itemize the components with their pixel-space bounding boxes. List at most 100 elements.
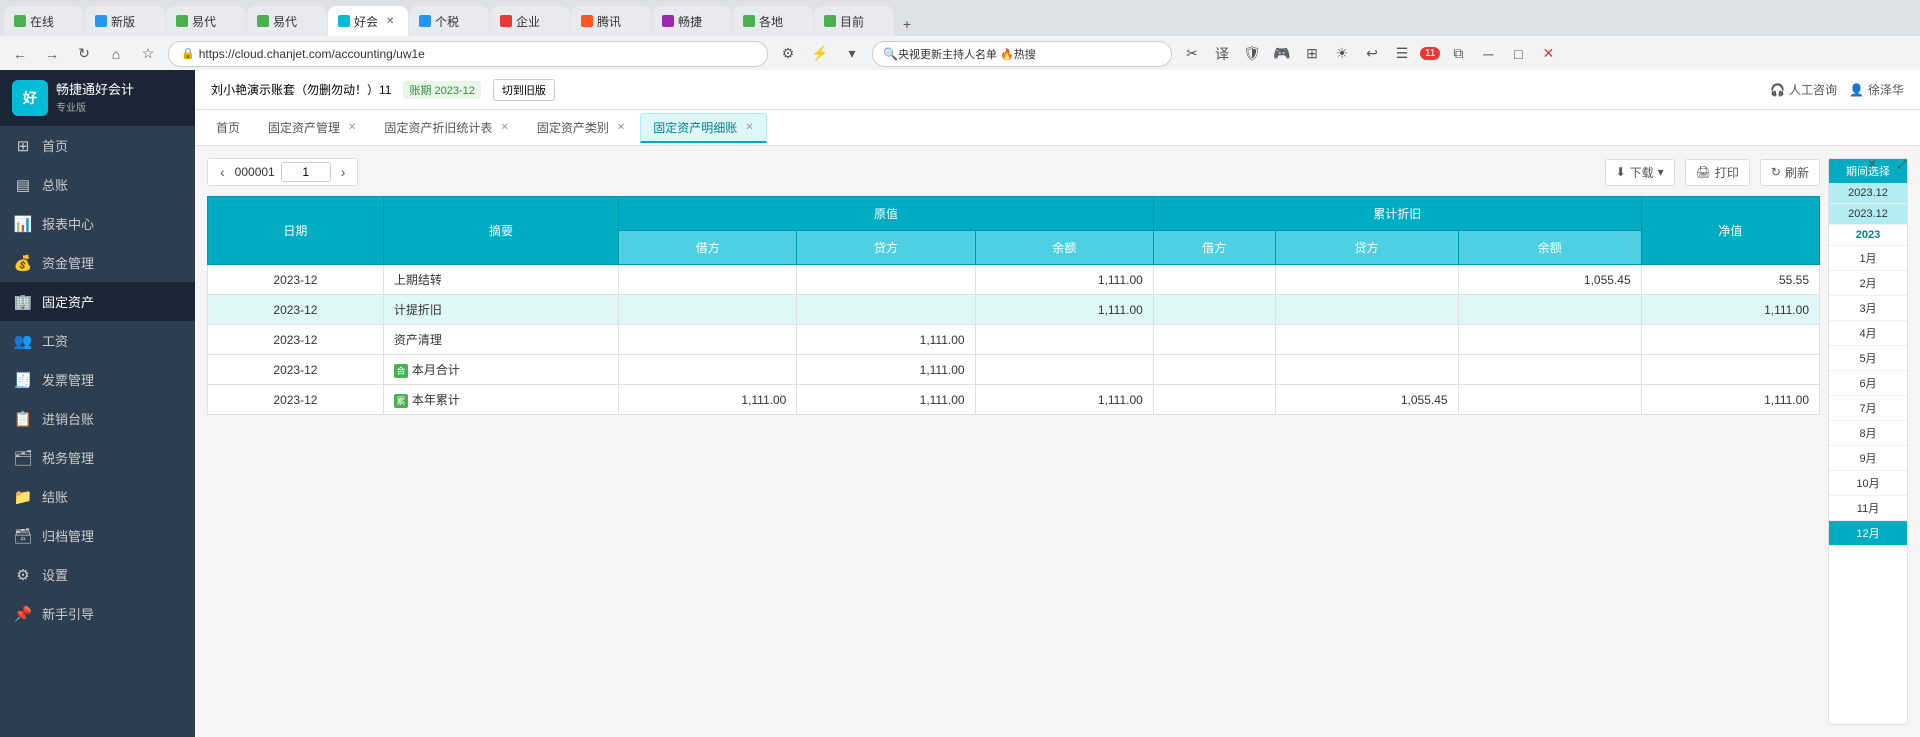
sidebar-item-purchase_sale[interactable]: 📋进销台账 — [0, 399, 195, 438]
content-minimize-button[interactable]: ✕ — [1858, 150, 1886, 178]
sidebar-item-tax[interactable]: 🗂税务管理 — [0, 438, 195, 477]
period-month-2月[interactable]: 2月 — [1829, 271, 1907, 296]
period-month-7月[interactable]: 7月 — [1829, 396, 1907, 421]
sidebar-item-funds[interactable]: 💰资金管理 — [0, 243, 195, 282]
browser-tab-t2[interactable]: 新版 — [85, 6, 165, 36]
browser-tab-t4[interactable]: 易代 — [247, 6, 327, 36]
sidebar-item-fixed[interactable]: 🏢固定资产 — [0, 282, 195, 321]
prev-page-button[interactable]: ‹ — [216, 164, 229, 180]
menu-button[interactable]: ☰ — [1390, 42, 1414, 66]
game-button[interactable]: 🎮 — [1270, 42, 1294, 66]
invoice-icon: 🧾 — [14, 371, 32, 389]
row-tag: 累 — [394, 394, 408, 408]
period-month-5月[interactable]: 5月 — [1829, 346, 1907, 371]
notification-badge[interactable]: 11 — [1420, 47, 1440, 60]
ledger-icon: ▤ — [14, 176, 32, 194]
cell-orig-credit — [797, 265, 975, 295]
cell-depr-debit — [1153, 355, 1275, 385]
cell-net-value — [1641, 325, 1819, 355]
sidebar-item-payroll[interactable]: 👥工资 — [0, 321, 195, 360]
browser-tab-t7[interactable]: 企业 — [490, 6, 570, 36]
download-button[interactable]: ⬇ 下载 ▾ — [1605, 159, 1675, 186]
app-tab-tab_home[interactable]: 首页 — [203, 113, 253, 143]
sidebar-item-period_end[interactable]: 📁结账 — [0, 477, 195, 516]
browser-search-bar[interactable]: 🔍 央视更新主持人名单 🔥热搜 — [872, 41, 1172, 67]
sidebar-item-settings[interactable]: ⚙设置 — [0, 555, 195, 594]
period-month-9月[interactable]: 9月 — [1829, 446, 1907, 471]
page-input[interactable]: 1 — [281, 162, 331, 182]
period-month-6月[interactable]: 6月 — [1829, 371, 1907, 396]
address-bar[interactable]: 🔒 https://cloud.chanjet.com/accounting/u… — [168, 41, 768, 67]
browser-tab-t3[interactable]: 易代 — [166, 6, 246, 36]
reports-icon: 📊 — [14, 215, 32, 233]
window-restore-button[interactable]: ⧉ — [1446, 42, 1470, 66]
cell-depr-balance — [1458, 355, 1641, 385]
sun-button[interactable]: ☀ — [1330, 42, 1354, 66]
app-tab-tab_fixed_depr[interactable]: 固定资产折旧统计表✕ — [371, 113, 521, 143]
forward-button[interactable]: → — [40, 42, 64, 66]
period-month-11月[interactable]: 11月 — [1829, 496, 1907, 521]
new-tab-button[interactable]: + — [895, 12, 919, 36]
app-tab-close-tab_fixed_detail[interactable]: ✕ — [745, 122, 753, 133]
period-month-4月[interactable]: 4月 — [1829, 321, 1907, 346]
page-number-text: 000001 — [235, 165, 275, 179]
app-tab-close-tab_fixed_depr[interactable]: ✕ — [500, 122, 508, 133]
sidebar-item-archive[interactable]: 🗃归档管理 — [0, 516, 195, 555]
app-tab-label-tab_fixed_detail: 固定资产明细账 — [653, 119, 737, 136]
translate-button[interactable]: 译 — [1210, 42, 1234, 66]
sidebar-item-home[interactable]: ⊞首页 — [0, 126, 195, 165]
sidebar: 好 畅捷通好会计 专业版 ⊞首页▤总账📊报表中心💰资金管理🏢固定资产👥工资🧾发票… — [0, 70, 195, 737]
dropdown-button[interactable]: ▾ — [840, 42, 864, 66]
next-page-button[interactable]: › — [337, 164, 350, 180]
app-tab-tab_fixed_cat[interactable]: 固定资产类别✕ — [524, 113, 638, 143]
history-button[interactable]: ↩ — [1360, 42, 1384, 66]
period-month-3月[interactable]: 3月 — [1829, 296, 1907, 321]
cell-depr-debit — [1153, 385, 1275, 415]
browser-tab-t6[interactable]: 个税 — [409, 6, 489, 36]
support-button[interactable]: 🎧 人工咨询 — [1770, 81, 1837, 98]
tab-close-icon[interactable]: ✕ — [386, 16, 394, 27]
app-tab-close-tab_fixed_mgmt[interactable]: ✕ — [348, 122, 356, 133]
print-button[interactable]: 🖨 打印 — [1685, 159, 1750, 186]
grid-button[interactable]: ⊞ — [1300, 42, 1324, 66]
app-tab-tab_fixed_mgmt[interactable]: 固定资产管理✕ — [255, 113, 369, 143]
content-maximize-button[interactable]: ⤢ — [1888, 150, 1916, 178]
scissors-button[interactable]: ✂ — [1180, 42, 1204, 66]
cell-depr-credit — [1275, 295, 1458, 325]
period-selected-top[interactable]: 2023.12 — [1829, 183, 1907, 204]
shield-button[interactable]: 🛡 — [1240, 42, 1264, 66]
user-info[interactable]: 👤 徐泽华 — [1849, 81, 1904, 98]
bookmark-button[interactable]: ☆ — [136, 42, 160, 66]
tab-label: 新版 — [111, 13, 135, 30]
browser-tab-t8[interactable]: 腾讯 — [571, 6, 651, 36]
home-button[interactable]: ⌂ — [104, 42, 128, 66]
period-year[interactable]: 2023 — [1829, 225, 1907, 246]
browser-tab-t1[interactable]: 在线 — [4, 6, 84, 36]
reload-button[interactable]: ↻ — [72, 42, 96, 66]
app-tab-tab_fixed_detail[interactable]: 固定资产明细账 ✕ — [640, 113, 766, 143]
sidebar-item-ledger[interactable]: ▤总账 — [0, 165, 195, 204]
lightning-button[interactable]: ⚡ — [808, 42, 832, 66]
back-button[interactable]: ← — [8, 42, 32, 66]
sidebar-label-settings: 设置 — [42, 565, 68, 584]
sidebar-item-guide[interactable]: 📌新手引导 — [0, 594, 195, 633]
period-month-10月[interactable]: 10月 — [1829, 471, 1907, 496]
browser-tab-t5[interactable]: 好会✕ — [328, 6, 408, 36]
sidebar-item-invoice[interactable]: 🧾发票管理 — [0, 360, 195, 399]
cell-date: 2023-12 — [208, 325, 384, 355]
close-window-button[interactable]: ✕ — [1536, 42, 1560, 66]
version-switch-button[interactable]: 切到旧版 — [493, 79, 555, 101]
period-selected-bottom[interactable]: 2023.12 — [1829, 204, 1907, 225]
refresh-button[interactable]: ↻ 刷新 — [1760, 159, 1820, 186]
period-month-1月[interactable]: 1月 — [1829, 246, 1907, 271]
period-month-12月[interactable]: 12月 — [1829, 521, 1907, 546]
period-month-8月[interactable]: 8月 — [1829, 421, 1907, 446]
app-tab-close-tab_fixed_cat[interactable]: ✕ — [617, 122, 625, 133]
browser-tab-t10[interactable]: 各地 — [733, 6, 813, 36]
minimize-button[interactable]: ─ — [1476, 42, 1500, 66]
sidebar-item-reports[interactable]: 📊报表中心 — [0, 204, 195, 243]
extensions-button[interactable]: ⚙ — [776, 42, 800, 66]
maximize-button[interactable]: □ — [1506, 42, 1530, 66]
browser-tab-t11[interactable]: 目前 — [814, 6, 894, 36]
browser-tab-t9[interactable]: 畅捷 — [652, 6, 732, 36]
